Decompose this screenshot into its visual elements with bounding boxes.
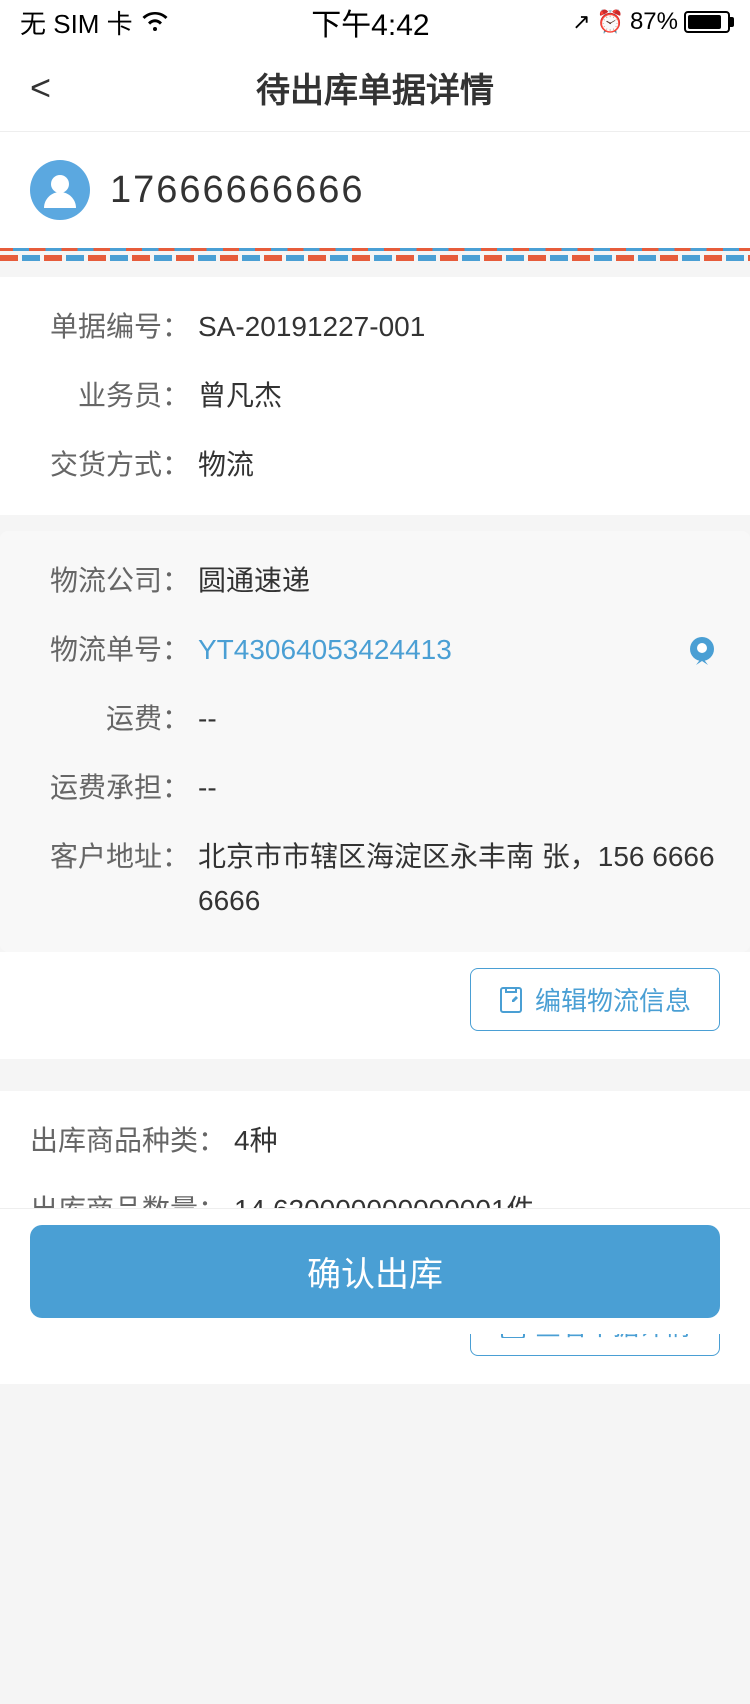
address-value: 北京市市辖区海淀区永丰南 张，156 6666 6666 bbox=[190, 835, 720, 925]
status-bar-left: 无 SIM 卡 bbox=[20, 4, 169, 41]
battery-percent: 87% bbox=[630, 8, 678, 36]
freight-bearer-row: 运费承担： -- bbox=[30, 766, 720, 811]
freight-bearer-label: 运费承担： bbox=[30, 766, 190, 811]
status-bar: 无 SIM 卡 下午4:42 ↗ ⏰ 87% bbox=[0, 0, 750, 44]
avatar bbox=[30, 160, 90, 220]
location-icon[interactable] bbox=[684, 633, 720, 669]
company-label: 物流公司： bbox=[30, 559, 190, 604]
order-no-label: 单据编号： bbox=[30, 305, 190, 350]
nav-bar: < 待出库单据详情 bbox=[0, 44, 750, 132]
delivery-method-row: 交货方式： 物流 bbox=[30, 443, 720, 488]
section-separator-1 bbox=[0, 1059, 750, 1075]
delivery-method-value: 物流 bbox=[190, 443, 720, 488]
company-row: 物流公司： 圆通速递 bbox=[30, 559, 720, 604]
back-button[interactable]: < bbox=[30, 67, 51, 109]
status-bar-time: 下午4:42 bbox=[311, 0, 429, 44]
content-area: 17666666666 单据编号： SA-20191227-001 业务员： 曾… bbox=[0, 132, 750, 1704]
edit-logistics-label: 编辑物流信息 bbox=[535, 981, 691, 1018]
basic-info-section: 单据编号： SA-20191227-001 业务员： 曾凡杰 交货方式： 物流 bbox=[0, 277, 750, 515]
sales-rep-value: 曾凡杰 bbox=[190, 374, 720, 419]
edit-logistics-button[interactable]: 编辑物流信息 bbox=[470, 968, 720, 1031]
sales-rep-row: 业务员： 曾凡杰 bbox=[30, 374, 720, 419]
freight-bearer-value: -- bbox=[190, 766, 720, 811]
goods-types-row: 出库商品种类： 4种 bbox=[30, 1119, 720, 1164]
logistics-section: 物流公司： 圆通速递 物流单号： YT43064053424413 运费： --… bbox=[0, 531, 750, 952]
carrier-text: 无 SIM 卡 bbox=[20, 4, 133, 41]
goods-types-value: 4种 bbox=[226, 1119, 720, 1164]
address-row: 客户地址： 北京市市辖区海淀区永丰南 张，156 6666 6666 bbox=[30, 835, 720, 925]
wifi-icon bbox=[141, 7, 169, 38]
company-value: 圆通速递 bbox=[190, 559, 720, 604]
goods-types-label: 出库商品种类： bbox=[30, 1119, 226, 1164]
status-bar-right: ↗ ⏰ 87% bbox=[572, 8, 730, 36]
edit-icon bbox=[499, 986, 527, 1014]
tracking-no-value: YT43064053424413 bbox=[190, 628, 674, 673]
page-title: 待出库单据详情 bbox=[256, 63, 494, 112]
tracking-no-label: 物流单号： bbox=[30, 628, 190, 673]
address-label: 客户地址： bbox=[30, 835, 190, 880]
empty-space bbox=[0, 1384, 750, 1584]
delivery-method-label: 交货方式： bbox=[30, 443, 190, 488]
alarm-icon: ⏰ bbox=[597, 9, 624, 35]
battery-icon bbox=[684, 11, 730, 33]
freight-value: -- bbox=[190, 697, 720, 742]
confirm-button-wrap: 确认出库 bbox=[0, 1208, 750, 1334]
location-status-icon: ↗ bbox=[572, 9, 590, 35]
order-no-row: 单据编号： SA-20191227-001 bbox=[30, 305, 720, 350]
edit-button-row: 编辑物流信息 bbox=[0, 952, 750, 1059]
order-no-value: SA-20191227-001 bbox=[190, 305, 720, 350]
decorative-border bbox=[0, 255, 750, 261]
user-header: 17666666666 bbox=[0, 132, 750, 251]
confirm-button[interactable]: 确认出库 bbox=[30, 1225, 720, 1318]
user-phone: 17666666666 bbox=[110, 169, 364, 212]
sales-rep-label: 业务员： bbox=[30, 374, 190, 419]
freight-label: 运费： bbox=[30, 697, 190, 742]
freight-row: 运费： -- bbox=[30, 697, 720, 742]
tracking-no-row: 物流单号： YT43064053424413 bbox=[30, 628, 720, 673]
